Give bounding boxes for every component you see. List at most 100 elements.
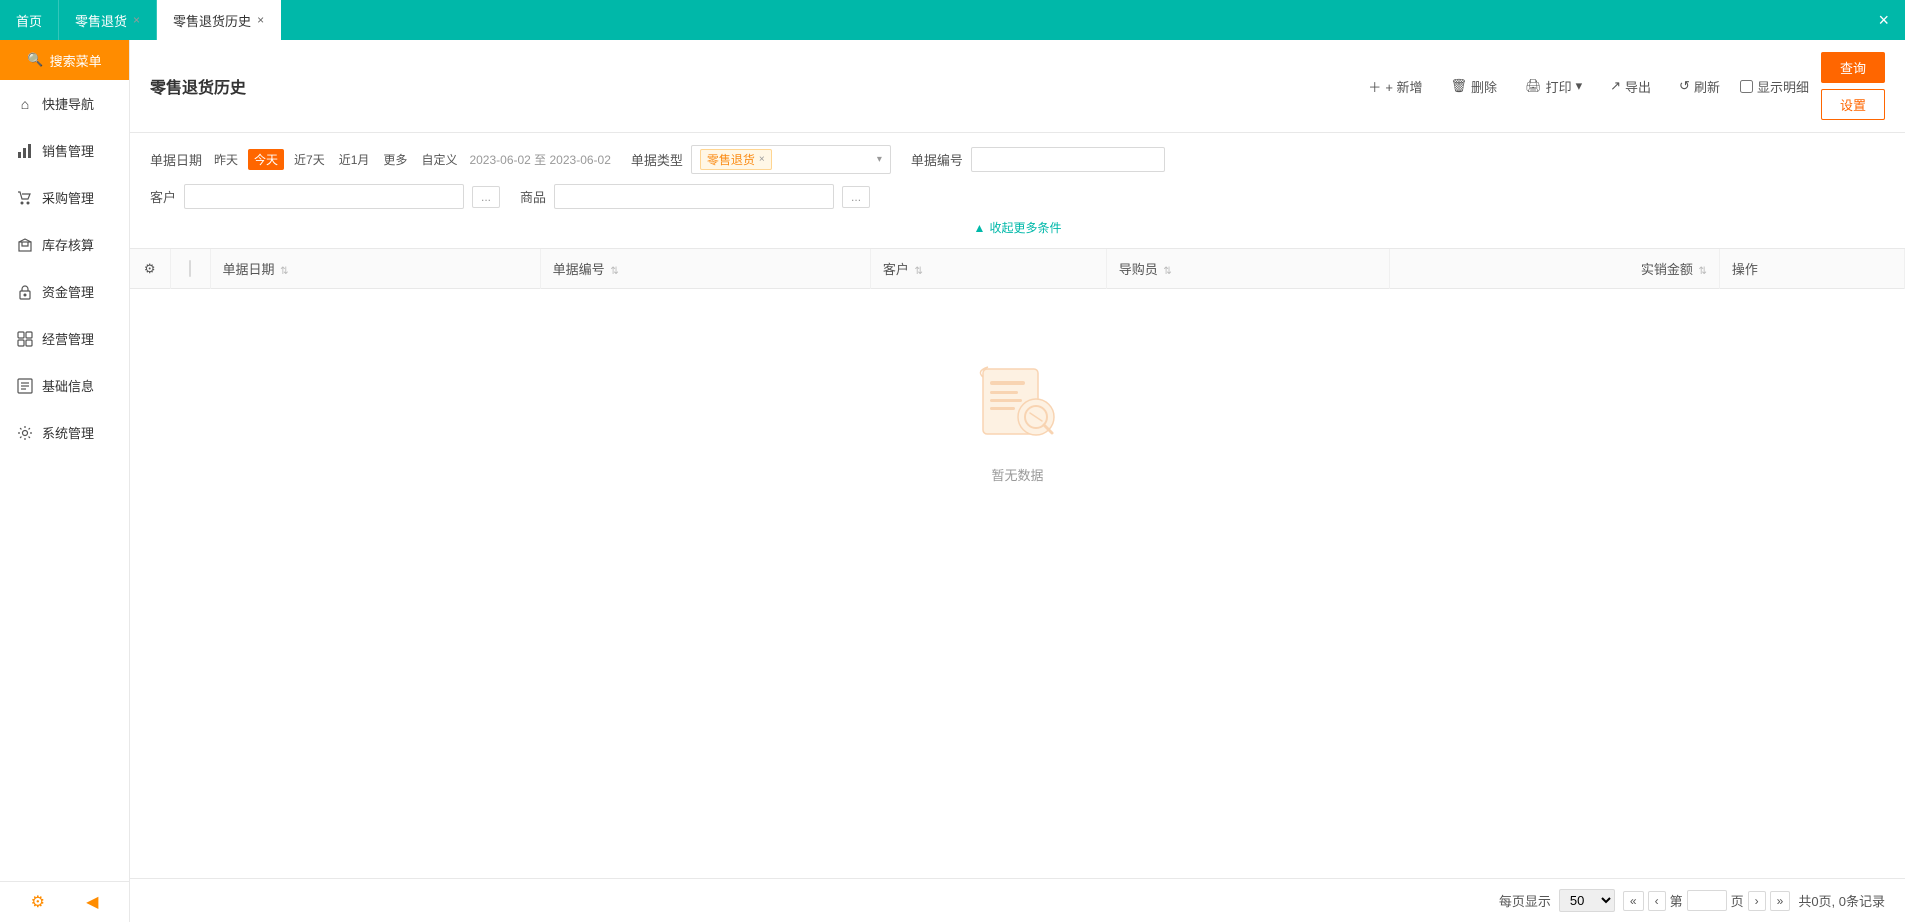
sidebar-item-quick-nav[interactable]: ⌂ 快捷导航 bbox=[0, 80, 129, 127]
page-label: 第 bbox=[1670, 891, 1683, 910]
per-page-select[interactable]: 20 50 100 bbox=[1559, 889, 1615, 912]
sidebar-item-system-label: 系统管理 bbox=[42, 423, 94, 442]
tab-home-label: 首页 bbox=[16, 11, 42, 30]
sidebar-item-purchase-mgmt[interactable]: 采购管理 bbox=[0, 174, 129, 221]
delete-button[interactable]: 🗑 删除 bbox=[1443, 73, 1506, 100]
goods-label: 商品 bbox=[520, 187, 546, 206]
sidebar-item-sales-mgmt[interactable]: 销售管理 bbox=[0, 127, 129, 174]
empty-state: 暂无数据 bbox=[130, 289, 1905, 544]
select-all-checkbox[interactable] bbox=[189, 260, 191, 277]
col-operation: 操作 bbox=[1719, 249, 1904, 289]
sidebar-collapse-icon[interactable]: ◀ bbox=[86, 892, 98, 912]
operations-icon bbox=[16, 330, 34, 348]
main-layout: 🔍 搜索菜单 ⌂ 快捷导航 销售管理 bbox=[0, 40, 1905, 922]
customer-input[interactable] bbox=[184, 184, 464, 209]
tab-retail-return-history[interactable]: 零售退货历史 × bbox=[157, 0, 281, 40]
filter-row-2: 客户 ... 商品 ... bbox=[150, 184, 1885, 209]
sidebar-search[interactable]: 🔍 搜索菜单 bbox=[0, 40, 129, 80]
customer-label: 客户 bbox=[150, 187, 176, 206]
col-doc-no[interactable]: 单据编号 ⇅ bbox=[540, 249, 870, 289]
export-icon: ↗ bbox=[1610, 78, 1621, 94]
doc-no-input[interactable] bbox=[971, 147, 1165, 172]
refresh-button[interactable]: ↺ 刷新 bbox=[1671, 73, 1728, 100]
customer-ellipsis-btn[interactable]: ... bbox=[472, 186, 500, 208]
print-icon: 🖨 bbox=[1525, 78, 1542, 94]
goods-ellipsis-btn[interactable]: ... bbox=[842, 186, 870, 208]
col-customer-label: 客户 bbox=[883, 262, 909, 277]
sidebar-item-finance-mgmt[interactable]: 资金管理 bbox=[0, 268, 129, 315]
tab-list: 首页 零售退货 × 零售退货历史 × bbox=[0, 0, 1862, 40]
last-page-btn[interactable]: » bbox=[1770, 891, 1791, 911]
data-table: ⚙ 单据日期 ⇅ 单据编号 ⇅ bbox=[130, 249, 1905, 289]
page-nav: « ‹ 第 1 页 › » bbox=[1623, 890, 1790, 911]
collapse-button[interactable]: ▲ 收起更多条件 bbox=[974, 219, 1062, 236]
date-opt-more[interactable]: 更多 bbox=[379, 149, 411, 170]
date-opt-today[interactable]: 今天 bbox=[248, 149, 284, 170]
col-doc-no-sort: ⇅ bbox=[610, 266, 618, 277]
tab-retail-return-label: 零售退货 bbox=[75, 11, 127, 30]
col-guide-sort: ⇅ bbox=[1163, 266, 1171, 277]
prev-page-btn[interactable]: ‹ bbox=[1648, 891, 1666, 911]
page-suffix: 页 bbox=[1731, 891, 1744, 910]
sidebar-item-system-mgmt[interactable]: 系统管理 bbox=[0, 409, 129, 456]
doc-type-label: 单据类型 bbox=[631, 150, 683, 169]
new-button[interactable]: ＋ + 新增 bbox=[1360, 73, 1430, 100]
filter-area: 单据日期 昨天 今天 近7天 近1月 更多 自定义 2023-06-02 至 2… bbox=[130, 133, 1905, 249]
pagination-bar: 每页显示 20 50 100 « ‹ 第 1 页 › » 共0页, 0条记录 bbox=[130, 878, 1905, 922]
total-info: 共0页, 0条记录 bbox=[1798, 891, 1885, 910]
col-customer[interactable]: 客户 ⇅ bbox=[870, 249, 1106, 289]
doc-type-arrow: ▾ bbox=[877, 154, 882, 165]
doc-no-filter-item: 单据编号 bbox=[911, 147, 1165, 172]
export-button[interactable]: ↗ 导出 bbox=[1602, 73, 1659, 100]
header-actions: ＋ + 新增 🗑 删除 🖨 打印 ▾ ↗ 导出 ↺ bbox=[1360, 52, 1885, 120]
col-actual-amount-label: 实销金额 bbox=[1641, 262, 1693, 277]
col-operation-label: 操作 bbox=[1732, 262, 1758, 277]
col-doc-date[interactable]: 单据日期 ⇅ bbox=[210, 249, 540, 289]
sidebar-item-quick-nav-label: 快捷导航 bbox=[42, 94, 94, 113]
window-close-button[interactable]: × bbox=[1862, 10, 1905, 31]
tab-retail-return[interactable]: 零售退货 × bbox=[59, 0, 157, 40]
sidebar-footer: ⚙ ◀ bbox=[0, 881, 129, 922]
doc-type-filter-item: 单据类型 零售退货 × ▾ bbox=[631, 145, 891, 174]
goods-input[interactable] bbox=[554, 184, 834, 209]
date-opt-1month[interactable]: 近1月 bbox=[335, 149, 374, 170]
doc-type-tag-value: 零售退货 bbox=[707, 151, 755, 168]
sidebar-item-inventory[interactable]: 库存核算 bbox=[0, 221, 129, 268]
col-guide[interactable]: 导购员 ⇅ bbox=[1106, 249, 1389, 289]
show-detail-checkbox[interactable]: 显示明细 bbox=[1740, 77, 1809, 96]
sidebar-settings-icon[interactable]: ⚙ bbox=[31, 892, 45, 912]
next-page-btn[interactable]: › bbox=[1748, 891, 1766, 911]
cart-icon bbox=[16, 189, 34, 207]
date-opt-custom[interactable]: 自定义 bbox=[417, 149, 461, 170]
table-settings-header[interactable]: ⚙ bbox=[130, 249, 170, 289]
sidebar-item-basic-info[interactable]: 基础信息 bbox=[0, 362, 129, 409]
table-check-header[interactable] bbox=[170, 249, 210, 289]
sidebar-item-operations-mgmt[interactable]: 经营管理 bbox=[0, 315, 129, 362]
table-header-row: ⚙ 单据日期 ⇅ 单据编号 ⇅ bbox=[130, 249, 1905, 289]
lock-icon bbox=[16, 283, 34, 301]
date-opt-yesterday[interactable]: 昨天 bbox=[210, 149, 242, 170]
date-opt-7days[interactable]: 近7天 bbox=[290, 149, 329, 170]
doc-type-select[interactable]: 零售退货 × ▾ bbox=[691, 145, 891, 174]
table-container: ⚙ 单据日期 ⇅ 单据编号 ⇅ bbox=[130, 249, 1905, 878]
first-page-btn[interactable]: « bbox=[1623, 891, 1644, 911]
show-detail-input[interactable] bbox=[1740, 80, 1753, 93]
set-button[interactable]: 设置 bbox=[1821, 89, 1885, 120]
query-button[interactable]: 查询 bbox=[1821, 52, 1885, 83]
plus-icon: ＋ bbox=[1368, 77, 1381, 96]
col-actual-amount[interactable]: 实销金额 ⇅ bbox=[1389, 249, 1719, 289]
tab-retail-return-history-close[interactable]: × bbox=[257, 13, 264, 27]
date-filter-label: 单据日期 bbox=[150, 150, 202, 169]
sidebar-item-operations-label: 经营管理 bbox=[42, 329, 94, 348]
collapse-label: 收起更多条件 bbox=[989, 219, 1061, 236]
page-number-input[interactable]: 1 bbox=[1687, 890, 1727, 911]
tab-retail-return-close[interactable]: × bbox=[133, 13, 140, 27]
search-icon: 🔍 bbox=[27, 52, 43, 68]
col-actual-amount-sort: ⇅ bbox=[1699, 266, 1707, 277]
doc-type-tag-close[interactable]: × bbox=[759, 154, 765, 165]
print-button[interactable]: 🖨 打印 ▾ bbox=[1517, 73, 1590, 100]
sidebar-item-sales-label: 销售管理 bbox=[42, 141, 94, 160]
sidebar-item-basic-label: 基础信息 bbox=[42, 376, 94, 395]
tab-home[interactable]: 首页 bbox=[0, 0, 59, 40]
collapse-up-icon: ▲ bbox=[974, 221, 986, 235]
